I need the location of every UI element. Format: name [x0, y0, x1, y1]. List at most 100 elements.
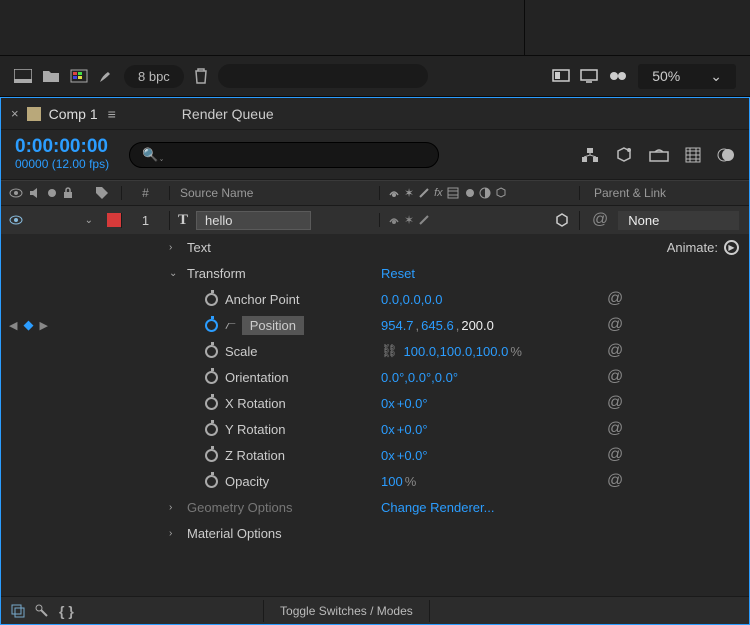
- expression-pickwhip[interactable]: @: [607, 420, 623, 437]
- parent-pickwhip[interactable]: @: [592, 211, 608, 229]
- frame-blend-icon[interactable]: [685, 147, 701, 163]
- zoom-dropdown[interactable]: 50% ⌄: [638, 64, 736, 89]
- layer-stack-icon[interactable]: [11, 604, 25, 618]
- expression-pickwhip[interactable]: @: [607, 342, 623, 359]
- close-icon[interactable]: ×: [11, 106, 19, 121]
- stopwatch-icon[interactable]: [205, 397, 218, 410]
- motion-blur-icon[interactable]: [717, 146, 735, 164]
- visibility-header-icon[interactable]: [9, 188, 23, 198]
- change-renderer-link[interactable]: Change Renderer...: [381, 500, 494, 515]
- stopwatch-icon[interactable]: [205, 293, 218, 306]
- stopwatch-icon[interactable]: [205, 319, 218, 332]
- keyframe-diamond[interactable]: ◆: [23, 317, 33, 333]
- tab-menu-icon[interactable]: ≡: [108, 106, 116, 122]
- goggles-icon[interactable]: [608, 70, 628, 82]
- mb-switch-icon: [463, 187, 475, 199]
- stopwatch-icon[interactable]: [205, 449, 218, 462]
- comp-flowchart-icon[interactable]: [581, 147, 599, 163]
- xrot-deg[interactable]: +0.0°: [397, 396, 428, 411]
- chevron-right-icon[interactable]: ›: [169, 502, 179, 513]
- stopwatch-icon[interactable]: [205, 423, 218, 436]
- next-keyframe-button[interactable]: ▶: [39, 319, 47, 332]
- chevron-down-icon: ⌄: [710, 68, 722, 85]
- stopwatch-icon[interactable]: [205, 345, 218, 358]
- frame-rate-display[interactable]: 00000 (12.00 fps): [15, 158, 109, 171]
- bit-depth-button[interactable]: 8 bpc: [124, 65, 184, 88]
- brush-icon[interactable]: [98, 68, 114, 84]
- expression-pickwhip[interactable]: @: [607, 290, 623, 307]
- layer-twirl[interactable]: ⌄: [85, 215, 93, 226]
- source-column-header[interactable]: Source Name: [169, 186, 379, 200]
- layer-collapse-switch[interactable]: ✶: [404, 213, 414, 227]
- position-y[interactable]: 645.6: [421, 318, 454, 333]
- expression-pickwhip[interactable]: @: [607, 368, 623, 385]
- layer-name-field[interactable]: hello: [196, 211, 311, 230]
- zrot-turns[interactable]: 0x: [381, 448, 395, 463]
- bone-icon[interactable]: [35, 604, 49, 618]
- current-timecode[interactable]: 0:00:00:00: [15, 137, 109, 158]
- label-header-icon[interactable]: [95, 186, 109, 200]
- transform-group-row[interactable]: ⌄ Transform Reset: [1, 260, 749, 286]
- layer-quality-switch[interactable]: [418, 214, 430, 226]
- brackets-icon[interactable]: { }: [59, 603, 74, 619]
- graph-editor-icon[interactable]: ⦧: [225, 317, 236, 333]
- tab-comp1[interactable]: × Comp 1 ≡: [1, 98, 126, 129]
- color-swatch-icon[interactable]: [70, 69, 88, 83]
- stopwatch-icon[interactable]: [205, 371, 218, 384]
- position-label[interactable]: Position: [242, 316, 304, 335]
- transform-reset-link[interactable]: Reset: [381, 266, 415, 281]
- parent-column-header[interactable]: Parent & Link: [579, 186, 749, 200]
- search-icon: 🔍 ˯: [142, 147, 164, 163]
- expression-pickwhip[interactable]: @: [607, 446, 623, 463]
- lock-header-icon[interactable]: [63, 187, 73, 199]
- screen-icon[interactable]: [552, 69, 570, 83]
- chevron-right-icon[interactable]: ›: [169, 528, 179, 539]
- 3d-switch-icon: [495, 187, 507, 199]
- shy-icon[interactable]: [649, 148, 669, 162]
- orientation-value[interactable]: 0.0°,0.0°,0.0°: [381, 370, 458, 385]
- tab-render-queue[interactable]: Render Queue: [182, 106, 274, 122]
- solo-header-icon[interactable]: [47, 188, 57, 198]
- zrot-deg[interactable]: +0.0°: [397, 448, 428, 463]
- geometry-options-row[interactable]: › Geometry Options Change Renderer...: [1, 494, 749, 520]
- prev-keyframe-button[interactable]: ◀: [9, 319, 17, 332]
- expression-pickwhip[interactable]: @: [607, 394, 623, 411]
- chevron-right-icon[interactable]: ›: [169, 242, 179, 253]
- xrot-turns[interactable]: 0x: [381, 396, 395, 411]
- scale-value[interactable]: 100.0,100.0,100.0: [404, 344, 509, 359]
- layer-color-swatch[interactable]: [107, 213, 121, 227]
- yrot-deg[interactable]: +0.0°: [397, 422, 428, 437]
- toggle-switches-button[interactable]: Toggle Switches / Modes: [263, 600, 430, 622]
- layer-shy-switch[interactable]: [388, 214, 400, 226]
- animate-menu[interactable]: Animate: ▶: [667, 240, 739, 255]
- text-group-row[interactable]: › Text Animate: ▶: [1, 234, 749, 260]
- stopwatch-icon[interactable]: [205, 475, 218, 488]
- panel-layout-icon[interactable]: [14, 69, 32, 83]
- monitor-icon[interactable]: [580, 69, 598, 83]
- visibility-toggle[interactable]: [9, 215, 23, 225]
- upper-panels: [0, 0, 750, 55]
- expression-pickwhip[interactable]: @: [607, 472, 623, 489]
- folder-icon[interactable]: [42, 69, 60, 83]
- footer-toolbar: 8 bpc 50% ⌄: [0, 55, 750, 97]
- layer-row-1[interactable]: ⌄ 1 T hello ✶ @ None: [1, 206, 749, 234]
- expression-pickwhip[interactable]: @: [607, 316, 623, 333]
- yrot-turns[interactable]: 0x: [381, 422, 395, 437]
- adj-switch-icon: [479, 187, 491, 199]
- audio-header-icon[interactable]: [29, 187, 41, 199]
- parent-dropdown[interactable]: None: [618, 211, 739, 230]
- anchor-value[interactable]: 0.0,0.0,0.0: [381, 292, 442, 307]
- opacity-value[interactable]: 100: [381, 474, 403, 489]
- index-column-header[interactable]: #: [121, 186, 169, 200]
- switches-column-header: ✶ fx: [379, 186, 579, 200]
- chevron-down-icon[interactable]: ⌄: [169, 268, 179, 279]
- material-options-row[interactable]: › Material Options: [1, 520, 749, 546]
- position-x[interactable]: 954.7: [381, 318, 414, 333]
- layer-search-input[interactable]: 🔍 ˯: [129, 142, 439, 168]
- link-constrain-icon[interactable]: ⛓: [381, 343, 398, 359]
- draft3d-icon[interactable]: [615, 146, 633, 164]
- layer-3d-switch[interactable]: [555, 213, 569, 227]
- position-z[interactable]: 200.0: [461, 318, 494, 333]
- trash-icon[interactable]: [194, 68, 208, 84]
- opacity-row: Opacity 100% @: [1, 468, 749, 494]
